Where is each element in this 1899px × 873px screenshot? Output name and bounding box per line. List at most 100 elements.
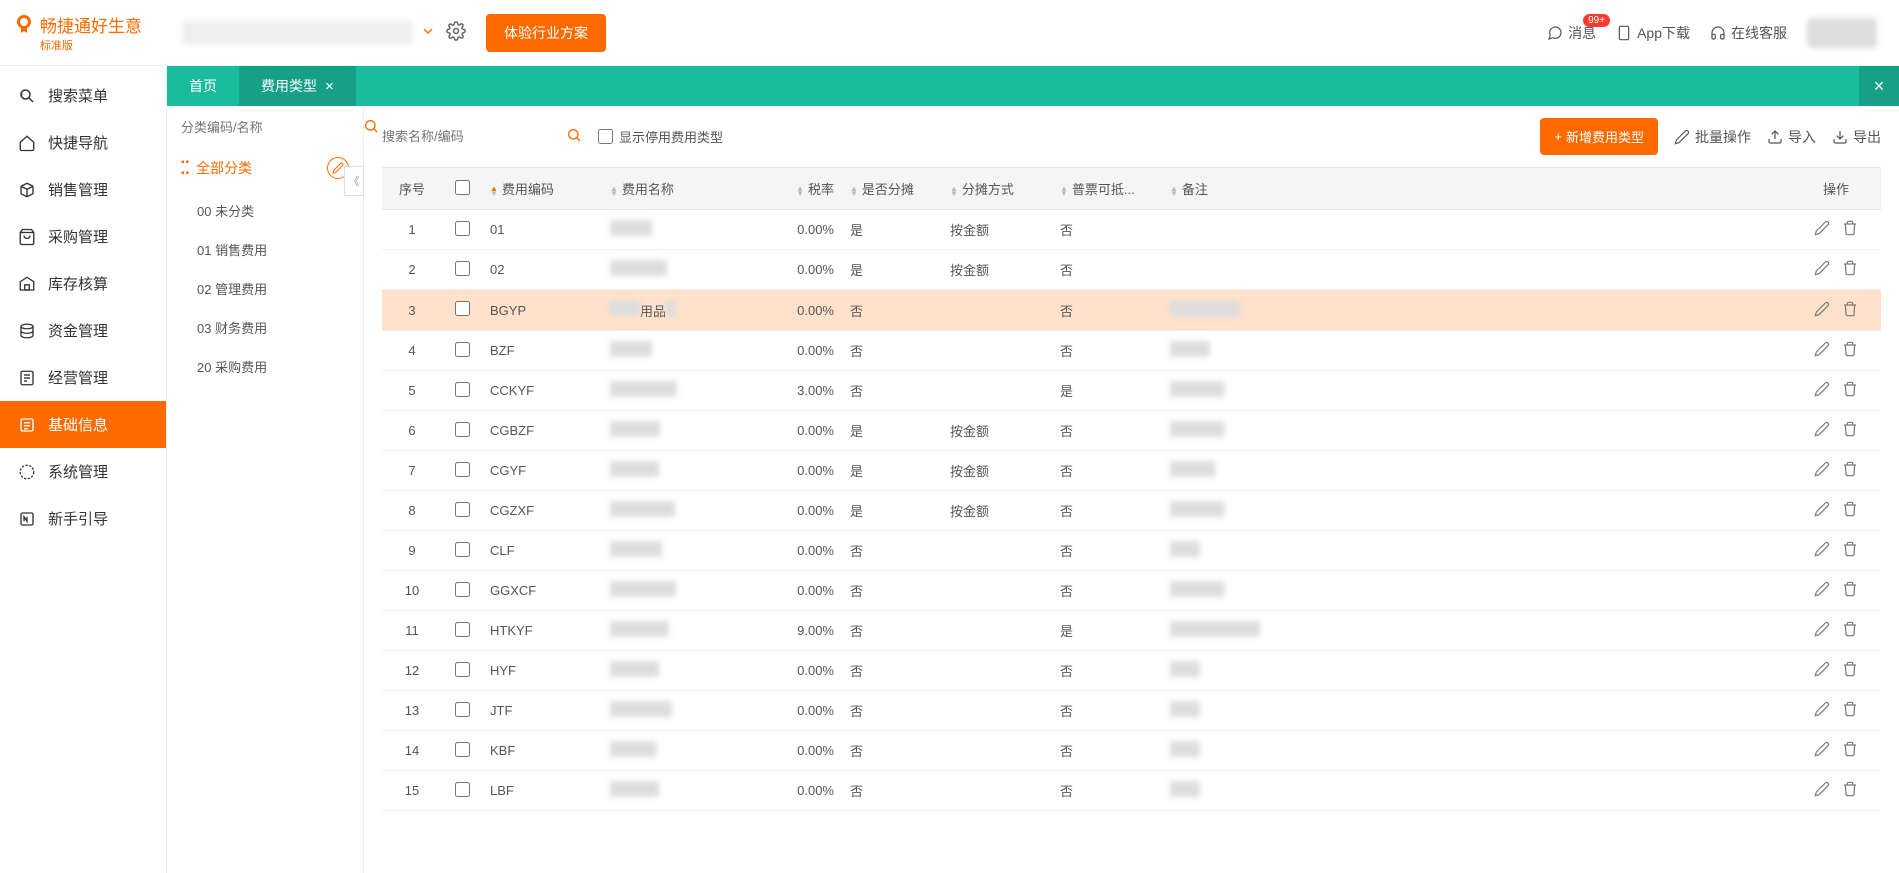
online-service-link[interactable]: 在线客服: [1710, 23, 1787, 43]
col-deduct[interactable]: ▲▼普票可抵...: [1052, 168, 1162, 210]
delete-icon[interactable]: [1842, 260, 1858, 279]
org-selector[interactable]: [182, 21, 436, 45]
row-checkbox[interactable]: [455, 662, 470, 677]
row-checkbox[interactable]: [455, 742, 470, 757]
delete-icon[interactable]: [1842, 741, 1858, 760]
edit-icon[interactable]: [1814, 461, 1830, 480]
edit-icon[interactable]: [1814, 661, 1830, 680]
tab-expense-type[interactable]: 费用类型 ×: [239, 66, 356, 106]
row-checkbox[interactable]: [455, 502, 470, 517]
sidebar-item-search[interactable]: 搜索菜单: [0, 72, 166, 119]
sidebar-item-system[interactable]: 系统管理: [0, 448, 166, 495]
table-row[interactable]: 2 02 0.00% 是 按金额 否: [382, 250, 1881, 290]
sidebar-item-operations[interactable]: 经营管理: [0, 354, 166, 401]
row-checkbox[interactable]: [455, 782, 470, 797]
edit-icon[interactable]: [1814, 501, 1830, 520]
table-row[interactable]: 13 JTF 0.00% 否 否: [382, 691, 1881, 731]
user-avatar-blurred[interactable]: [1807, 18, 1877, 48]
row-checkbox[interactable]: [455, 261, 470, 276]
table-row[interactable]: 7 CGYF 0.00% 是 按金额 否: [382, 451, 1881, 491]
table-row[interactable]: 12 HYF 0.00% 否 否: [382, 651, 1881, 691]
table-row[interactable]: 10 GGXCF 0.00% 否 否: [382, 571, 1881, 611]
table-row[interactable]: 4 BZF 0.00% 否 否: [382, 331, 1881, 371]
edit-icon[interactable]: [1814, 301, 1830, 320]
category-item[interactable]: 03 财务费用: [167, 308, 363, 347]
delete-icon[interactable]: [1842, 220, 1858, 239]
col-name[interactable]: ▲▼费用名称: [602, 168, 762, 210]
row-checkbox[interactable]: [455, 462, 470, 477]
search-icon[interactable]: [363, 118, 379, 137]
col-method[interactable]: ▲▼分摊方式: [942, 168, 1052, 210]
show-disabled-input[interactable]: [598, 129, 613, 144]
table-row[interactable]: 5 CCKYF 3.00% 否 是: [382, 371, 1881, 411]
sidebar-item-guide[interactable]: 新手引导: [0, 495, 166, 542]
edit-icon[interactable]: [1814, 341, 1830, 360]
table-search-input[interactable]: [382, 129, 558, 144]
table-row[interactable]: 11 HTKYF 9.00% 否 是: [382, 611, 1881, 651]
delete-icon[interactable]: [1842, 781, 1858, 800]
batch-action-button[interactable]: 批量操作: [1674, 127, 1751, 147]
row-checkbox[interactable]: [455, 301, 470, 316]
category-item[interactable]: 02 管理费用: [167, 269, 363, 308]
category-item[interactable]: 01 销售费用: [167, 230, 363, 269]
trial-button[interactable]: 体验行业方案: [486, 14, 606, 52]
col-isalloc[interactable]: ▲▼是否分摊: [842, 168, 942, 210]
row-checkbox[interactable]: [455, 542, 470, 557]
delete-icon[interactable]: [1842, 581, 1858, 600]
tab-close-all-icon[interactable]: ×: [1859, 66, 1899, 106]
edit-icon[interactable]: [1814, 581, 1830, 600]
col-code[interactable]: ▲▼费用编码: [482, 168, 602, 210]
show-disabled-checkbox[interactable]: 显示停用费用类型: [598, 127, 723, 146]
edit-icon[interactable]: [1814, 220, 1830, 239]
table-row[interactable]: 6 CGBZF 0.00% 是 按金额 否: [382, 411, 1881, 451]
import-button[interactable]: 导入: [1767, 127, 1816, 147]
delete-icon[interactable]: [1842, 661, 1858, 680]
category-search-input[interactable]: [181, 120, 357, 135]
sidebar-item-purchase[interactable]: 采购管理: [0, 213, 166, 260]
row-checkbox[interactable]: [455, 622, 470, 637]
row-checkbox[interactable]: [455, 582, 470, 597]
export-button[interactable]: 导出: [1832, 127, 1881, 147]
add-expense-type-button[interactable]: + 新增费用类型: [1540, 118, 1658, 155]
category-item[interactable]: 20 采购费用: [167, 347, 363, 386]
row-checkbox[interactable]: [455, 342, 470, 357]
gear-icon[interactable]: [446, 21, 466, 44]
delete-icon[interactable]: [1842, 301, 1858, 320]
app-download-link[interactable]: App下载: [1616, 23, 1690, 43]
delete-icon[interactable]: [1842, 381, 1858, 400]
edit-icon[interactable]: [1814, 541, 1830, 560]
table-row[interactable]: 14 KBF 0.00% 否 否: [382, 731, 1881, 771]
select-all-checkbox[interactable]: [455, 180, 470, 195]
edit-icon[interactable]: [1814, 421, 1830, 440]
category-item[interactable]: 00 未分类: [167, 191, 363, 230]
row-checkbox[interactable]: [455, 221, 470, 236]
edit-icon[interactable]: [1814, 701, 1830, 720]
tab-home[interactable]: 首页: [167, 66, 239, 106]
table-row[interactable]: 15 LBF 0.00% 否 否: [382, 771, 1881, 811]
row-checkbox[interactable]: [455, 382, 470, 397]
row-checkbox[interactable]: [455, 702, 470, 717]
table-row[interactable]: 9 CLF 0.00% 否 否: [382, 531, 1881, 571]
sidebar-item-quicknav[interactable]: 快捷导航: [0, 119, 166, 166]
sidebar-item-inventory[interactable]: 库存核算: [0, 260, 166, 307]
collapse-panel-button[interactable]: 《: [344, 166, 364, 196]
col-rate[interactable]: ▲▼税率: [762, 168, 842, 210]
sidebar-item-basicinfo[interactable]: 基础信息: [0, 401, 166, 448]
table-row[interactable]: 1 01 0.00% 是 按金额 否: [382, 210, 1881, 250]
delete-icon[interactable]: [1842, 541, 1858, 560]
edit-icon[interactable]: [1814, 621, 1830, 640]
row-checkbox[interactable]: [455, 422, 470, 437]
edit-icon[interactable]: [1814, 781, 1830, 800]
delete-icon[interactable]: [1842, 341, 1858, 360]
sidebar-item-funds[interactable]: 资金管理: [0, 307, 166, 354]
sidebar-item-sales[interactable]: 销售管理: [0, 166, 166, 213]
col-seq[interactable]: 序号: [382, 168, 442, 210]
edit-icon[interactable]: [1814, 741, 1830, 760]
col-remark[interactable]: ▲▼备注: [1162, 168, 1791, 210]
search-icon[interactable]: [566, 127, 582, 146]
close-icon[interactable]: ×: [325, 78, 334, 95]
delete-icon[interactable]: [1842, 701, 1858, 720]
delete-icon[interactable]: [1842, 421, 1858, 440]
messages-link[interactable]: 消息 99+: [1547, 23, 1596, 43]
category-all[interactable]: ▪▪▪▪ 全部分类: [167, 145, 363, 191]
